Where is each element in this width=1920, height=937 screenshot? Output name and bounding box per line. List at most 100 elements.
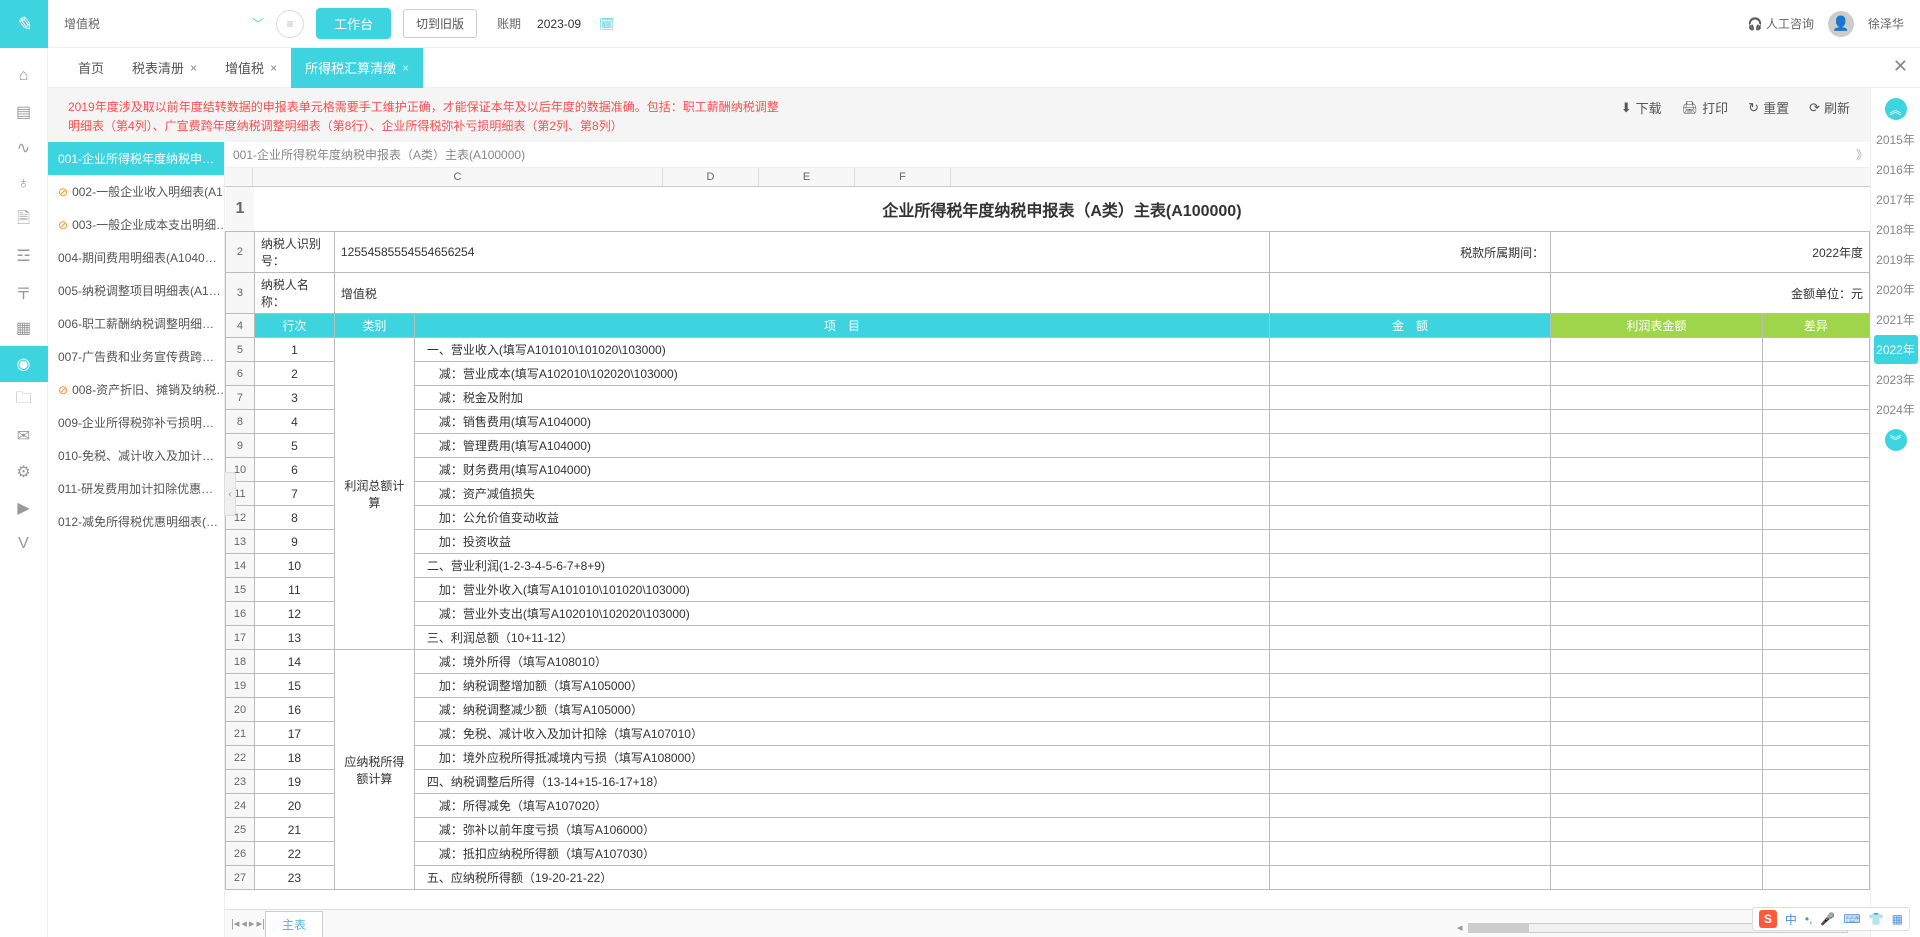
nav-money-icon[interactable]: ♁: [0, 166, 48, 202]
form-list-item[interactable]: 007-广告费和业务宣传费跨…: [48, 340, 224, 373]
diff-cell[interactable]: [1762, 554, 1869, 578]
nav-doc-icon[interactable]: ▤: [0, 94, 48, 130]
amount-cell[interactable]: [1269, 770, 1550, 794]
amount-cell[interactable]: [1269, 818, 1550, 842]
diff-cell[interactable]: [1762, 362, 1869, 386]
year-2022年[interactable]: 2022年: [1874, 335, 1918, 364]
period-value[interactable]: 2023-09: [537, 17, 581, 31]
sheet-nav-prev[interactable]: ◂: [241, 917, 247, 930]
diff-cell[interactable]: [1762, 842, 1869, 866]
nav-v-icon[interactable]: V: [0, 526, 48, 562]
amount-cell[interactable]: [1269, 746, 1550, 770]
year-2017年[interactable]: 2017年: [1874, 185, 1918, 214]
year-2018年[interactable]: 2018年: [1874, 215, 1918, 244]
download-button[interactable]: ⬇ 下载: [1621, 98, 1662, 117]
diff-cell[interactable]: [1762, 578, 1869, 602]
tab-增值税[interactable]: 增值税×: [211, 48, 291, 88]
close-all-tabs-icon[interactable]: ✕: [1893, 56, 1908, 77]
pl-amount-cell[interactable]: [1551, 434, 1763, 458]
diff-cell[interactable]: [1762, 602, 1869, 626]
form-list-item[interactable]: 011-研发费用加计扣除优惠…: [48, 472, 224, 505]
diff-cell[interactable]: [1762, 650, 1869, 674]
amount-cell[interactable]: [1269, 434, 1550, 458]
ime-skin-icon[interactable]: 👕: [1869, 912, 1884, 926]
amount-cell[interactable]: [1269, 650, 1550, 674]
nav-inbox-icon[interactable]: ✉: [0, 418, 48, 454]
diff-cell[interactable]: [1762, 722, 1869, 746]
sheet-nav-last[interactable]: ▸|: [256, 917, 264, 930]
refresh-button[interactable]: ⟳ 刷新: [1809, 98, 1850, 117]
pl-amount-cell[interactable]: [1551, 794, 1763, 818]
diff-cell[interactable]: [1762, 818, 1869, 842]
diff-cell[interactable]: [1762, 626, 1869, 650]
year-2020年[interactable]: 2020年: [1874, 275, 1918, 304]
pl-amount-cell[interactable]: [1551, 746, 1763, 770]
pl-amount-cell[interactable]: [1551, 482, 1763, 506]
amount-cell[interactable]: [1269, 338, 1550, 362]
pl-amount-cell[interactable]: [1551, 626, 1763, 650]
amount-cell[interactable]: [1269, 698, 1550, 722]
form-list-item[interactable]: 006-职工薪酬纳税调整明细…: [48, 307, 224, 340]
diff-cell[interactable]: [1762, 338, 1869, 362]
diff-cell[interactable]: [1762, 386, 1869, 410]
diff-cell[interactable]: [1762, 794, 1869, 818]
pl-amount-cell[interactable]: [1551, 506, 1763, 530]
tab-税表清册[interactable]: 税表清册×: [118, 48, 211, 88]
year-2024年[interactable]: 2024年: [1874, 395, 1918, 424]
amount-cell[interactable]: [1269, 410, 1550, 434]
pl-amount-cell[interactable]: [1551, 818, 1763, 842]
year-2019年[interactable]: 2019年: [1874, 245, 1918, 274]
ime-keyboard-icon[interactable]: ⌨: [1843, 912, 1860, 926]
diff-cell[interactable]: [1762, 458, 1869, 482]
reset-button[interactable]: ↻ 重置: [1748, 98, 1789, 117]
amount-cell[interactable]: [1269, 722, 1550, 746]
pl-amount-cell[interactable]: [1551, 578, 1763, 602]
form-list-item[interactable]: 005-纳税调整项目明细表(A1…: [48, 274, 224, 307]
amount-cell[interactable]: [1269, 674, 1550, 698]
diff-cell[interactable]: [1762, 746, 1869, 770]
pl-amount-cell[interactable]: [1551, 530, 1763, 554]
switch-old-button[interactable]: 切到旧版: [403, 9, 477, 38]
diff-cell[interactable]: [1762, 482, 1869, 506]
amount-cell[interactable]: [1269, 362, 1550, 386]
year-2015年[interactable]: 2015年: [1874, 125, 1918, 154]
pl-amount-cell[interactable]: [1551, 410, 1763, 434]
diff-cell[interactable]: [1762, 770, 1869, 794]
pl-amount-cell[interactable]: [1551, 842, 1763, 866]
expand-handle-icon[interactable]: 》: [1856, 146, 1868, 163]
nav-archive-icon[interactable]: 🗀: [0, 382, 48, 418]
amount-cell[interactable]: [1269, 626, 1550, 650]
ime-lang[interactable]: 中: [1785, 911, 1797, 928]
pl-amount-cell[interactable]: [1551, 674, 1763, 698]
form-list-item[interactable]: ⊘008-资产折旧、摊销及纳税…: [48, 373, 224, 406]
sheet-tab-main[interactable]: 主表: [265, 911, 323, 937]
diff-cell[interactable]: [1762, 866, 1869, 890]
form-list-item[interactable]: 010-免税、减计收入及加计…: [48, 439, 224, 472]
diff-cell[interactable]: [1762, 434, 1869, 458]
tax-period[interactable]: 2022年度: [1551, 232, 1870, 273]
taxpayer-name[interactable]: 增值税: [334, 273, 1269, 314]
year-2023年[interactable]: 2023年: [1874, 365, 1918, 394]
amount-cell[interactable]: [1269, 842, 1550, 866]
avatar[interactable]: 👤: [1828, 11, 1854, 37]
pl-amount-cell[interactable]: [1551, 770, 1763, 794]
form-list-item[interactable]: 012-减免所得税优惠明细表(…: [48, 505, 224, 538]
year-2021年[interactable]: 2021年: [1874, 305, 1918, 334]
amount-cell[interactable]: [1269, 482, 1550, 506]
ime-punct-icon[interactable]: •,: [1805, 912, 1813, 926]
print-button[interactable]: 🖨 打印: [1682, 98, 1729, 117]
amount-cell[interactable]: [1269, 386, 1550, 410]
nav-tax-icon[interactable]: 〒: [0, 274, 48, 310]
amount-cell[interactable]: [1269, 602, 1550, 626]
nav-ledger-icon[interactable]: ☲: [0, 238, 48, 274]
amount-cell[interactable]: [1269, 458, 1550, 482]
form-list-item[interactable]: ⊘003-一般企业成本支出明细…: [48, 208, 224, 241]
pl-amount-cell[interactable]: [1551, 386, 1763, 410]
ime-toolbar[interactable]: S 中 •, 🎤 ⌨ 👕 ▦: [1752, 907, 1910, 931]
company-selector[interactable]: 增值税 ﹀: [64, 15, 264, 32]
diff-cell[interactable]: [1762, 698, 1869, 722]
close-icon[interactable]: ×: [270, 61, 277, 75]
pl-amount-cell[interactable]: [1551, 722, 1763, 746]
diff-cell[interactable]: [1762, 410, 1869, 434]
year-2016年[interactable]: 2016年: [1874, 155, 1918, 184]
